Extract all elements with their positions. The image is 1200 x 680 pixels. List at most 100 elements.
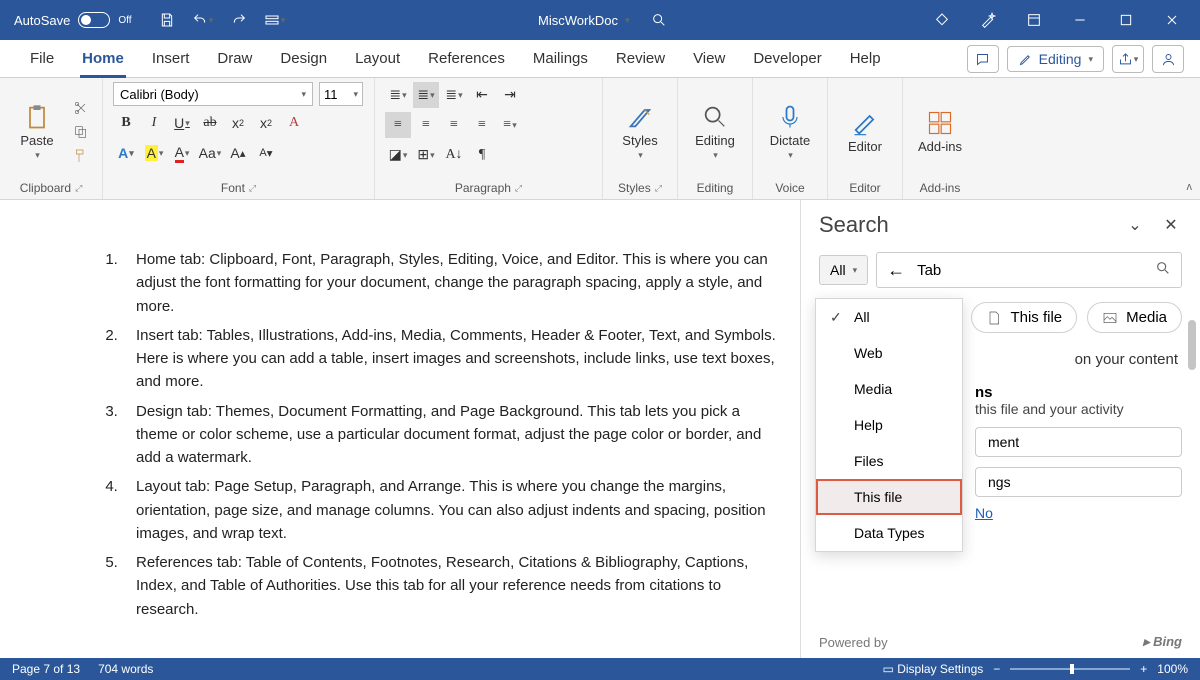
diamond-icon[interactable] bbox=[922, 5, 962, 35]
zoom-slider[interactable] bbox=[1010, 668, 1130, 670]
cut-icon[interactable] bbox=[70, 98, 92, 118]
highlight-button[interactable]: A▾ bbox=[141, 140, 167, 166]
comments-button[interactable] bbox=[967, 45, 999, 73]
dialog-launcher-icon[interactable]: ⤢ bbox=[655, 183, 662, 194]
dropdown-item-datatypes[interactable]: Data Types bbox=[816, 515, 962, 551]
editing-button[interactable]: Editing▾ bbox=[688, 82, 742, 181]
copy-icon[interactable] bbox=[70, 122, 92, 142]
maximize-icon[interactable] bbox=[1106, 5, 1146, 35]
subscript-button[interactable]: x2 bbox=[225, 110, 251, 136]
autosave-state: Off bbox=[118, 15, 131, 26]
underline-button[interactable]: U▾ bbox=[169, 110, 195, 136]
bullets-button[interactable]: ≣▾ bbox=[385, 82, 411, 108]
grow-font-button[interactable]: A▴ bbox=[225, 140, 251, 166]
word-count[interactable]: 704 words bbox=[98, 662, 153, 676]
suggestion-button-2[interactable]: ngs bbox=[975, 467, 1182, 497]
italic-button[interactable]: I bbox=[141, 110, 167, 136]
tab-help[interactable]: Help bbox=[836, 40, 895, 77]
zoom-level[interactable]: 100% bbox=[1157, 662, 1188, 676]
close-icon[interactable] bbox=[1152, 5, 1192, 35]
text-effects-button[interactable]: A▾ bbox=[113, 140, 139, 166]
minimize-icon[interactable] bbox=[1060, 5, 1100, 35]
tab-developer[interactable]: Developer bbox=[739, 40, 835, 77]
scrollbar-thumb[interactable] bbox=[1188, 320, 1196, 370]
save-icon[interactable] bbox=[152, 5, 182, 35]
tab-layout[interactable]: Layout bbox=[341, 40, 414, 77]
font-name-select[interactable]: Calibri (Body)▾ bbox=[113, 82, 313, 106]
undo-icon[interactable]: ▾ bbox=[188, 5, 218, 35]
editor-button[interactable]: Editor bbox=[838, 82, 892, 181]
dropdown-item-media[interactable]: Media bbox=[816, 371, 962, 407]
align-center-button[interactable]: ≡ bbox=[413, 112, 439, 138]
search-icon[interactable] bbox=[644, 5, 674, 35]
clear-format-button[interactable]: A bbox=[281, 110, 307, 136]
dropdown-item-all[interactable]: All bbox=[816, 299, 962, 335]
share-button[interactable]: ▾ bbox=[1112, 45, 1144, 73]
tab-review[interactable]: Review bbox=[602, 40, 679, 77]
dropdown-item-help[interactable]: Help bbox=[816, 407, 962, 443]
suggestion-button-1[interactable]: ment bbox=[975, 427, 1182, 457]
multilevel-button[interactable]: ≣▾ bbox=[441, 82, 467, 108]
tab-view[interactable]: View bbox=[679, 40, 739, 77]
dialog-launcher-icon[interactable]: ⤢ bbox=[75, 183, 82, 194]
filter-pill-media[interactable]: Media bbox=[1087, 302, 1182, 333]
filter-pill-thisfile[interactable]: This file bbox=[971, 302, 1077, 333]
account-button[interactable] bbox=[1152, 45, 1184, 73]
numbering-button[interactable]: ≣▾ bbox=[413, 82, 439, 108]
display-settings-button[interactable]: ▭ Display Settings bbox=[883, 662, 984, 676]
search-filter-button[interactable]: All ▾ bbox=[819, 255, 868, 285]
back-arrow-icon[interactable]: ← bbox=[887, 260, 905, 281]
dictate-button[interactable]: Dictate▾ bbox=[763, 82, 817, 181]
wand-icon[interactable] bbox=[968, 5, 1008, 35]
show-marks-button[interactable]: ¶ bbox=[469, 142, 495, 168]
paste-button[interactable]: Paste ▾ bbox=[10, 82, 64, 181]
line-spacing-button[interactable]: ≡▾ bbox=[497, 112, 523, 138]
decrease-indent-button[interactable]: ⇤ bbox=[469, 82, 495, 108]
tab-insert[interactable]: Insert bbox=[138, 40, 204, 77]
redo-icon[interactable] bbox=[224, 5, 254, 35]
tab-mailings[interactable]: Mailings bbox=[519, 40, 602, 77]
document-canvas[interactable]: Home tab: Clipboard, Font, Paragraph, St… bbox=[0, 200, 800, 658]
quickbar-icon[interactable]: ▾ bbox=[260, 5, 290, 35]
search-input[interactable] bbox=[917, 262, 1143, 279]
styles-button[interactable]: Styles▾ bbox=[613, 82, 667, 181]
dropdown-item-web[interactable]: Web bbox=[816, 335, 962, 371]
chevron-down-icon[interactable]: ⌄ bbox=[1124, 214, 1146, 236]
zoom-out-button[interactable]: − bbox=[993, 662, 1000, 676]
bold-button[interactable]: B bbox=[113, 110, 139, 136]
page-indicator[interactable]: Page 7 of 13 bbox=[12, 662, 80, 676]
increase-indent-button[interactable]: ⇥ bbox=[497, 82, 523, 108]
dropdown-item-files[interactable]: Files bbox=[816, 443, 962, 479]
format-painter-icon[interactable] bbox=[70, 146, 92, 166]
borders-button[interactable]: ⊞▾ bbox=[413, 142, 439, 168]
tab-file[interactable]: File bbox=[16, 40, 68, 77]
autosave-toggle[interactable]: AutoSave Off bbox=[0, 12, 146, 28]
shrink-font-button[interactable]: A▾ bbox=[253, 140, 279, 166]
tab-home[interactable]: Home bbox=[68, 40, 138, 77]
superscript-button[interactable]: x2 bbox=[253, 110, 279, 136]
tab-draw[interactable]: Draw bbox=[203, 40, 266, 77]
editing-mode-button[interactable]: Editing ▾ bbox=[1007, 46, 1104, 72]
search-input-box[interactable]: ← bbox=[876, 252, 1182, 288]
dropdown-item-thisfile[interactable]: This file bbox=[816, 479, 962, 515]
font-size-select[interactable]: 11▾ bbox=[319, 82, 363, 106]
font-color-button[interactable]: A▾ bbox=[169, 140, 195, 166]
tab-references[interactable]: References bbox=[414, 40, 519, 77]
align-right-button[interactable]: ≡ bbox=[441, 112, 467, 138]
document-title[interactable]: MiscWorkDoc ▾ bbox=[538, 13, 629, 28]
addins-button[interactable]: Add-ins bbox=[913, 82, 967, 181]
collapse-ribbon-icon[interactable]: ʌ bbox=[1187, 181, 1193, 193]
window-icon[interactable] bbox=[1014, 5, 1054, 35]
align-left-button[interactable]: ≡ bbox=[385, 112, 411, 138]
dialog-launcher-icon[interactable]: ⤢ bbox=[249, 183, 256, 194]
zoom-in-button[interactable]: + bbox=[1140, 662, 1147, 676]
sort-button[interactable]: A↓ bbox=[441, 142, 467, 168]
shading-button[interactable]: ◪▾ bbox=[385, 142, 411, 168]
tab-design[interactable]: Design bbox=[266, 40, 341, 77]
strike-button[interactable]: ab bbox=[197, 110, 223, 136]
change-case-button[interactable]: Aa▾ bbox=[197, 140, 223, 166]
justify-button[interactable]: ≡ bbox=[469, 112, 495, 138]
search-icon[interactable] bbox=[1155, 260, 1171, 281]
close-icon[interactable]: ✕ bbox=[1160, 214, 1182, 236]
dialog-launcher-icon[interactable]: ⤢ bbox=[515, 183, 522, 194]
